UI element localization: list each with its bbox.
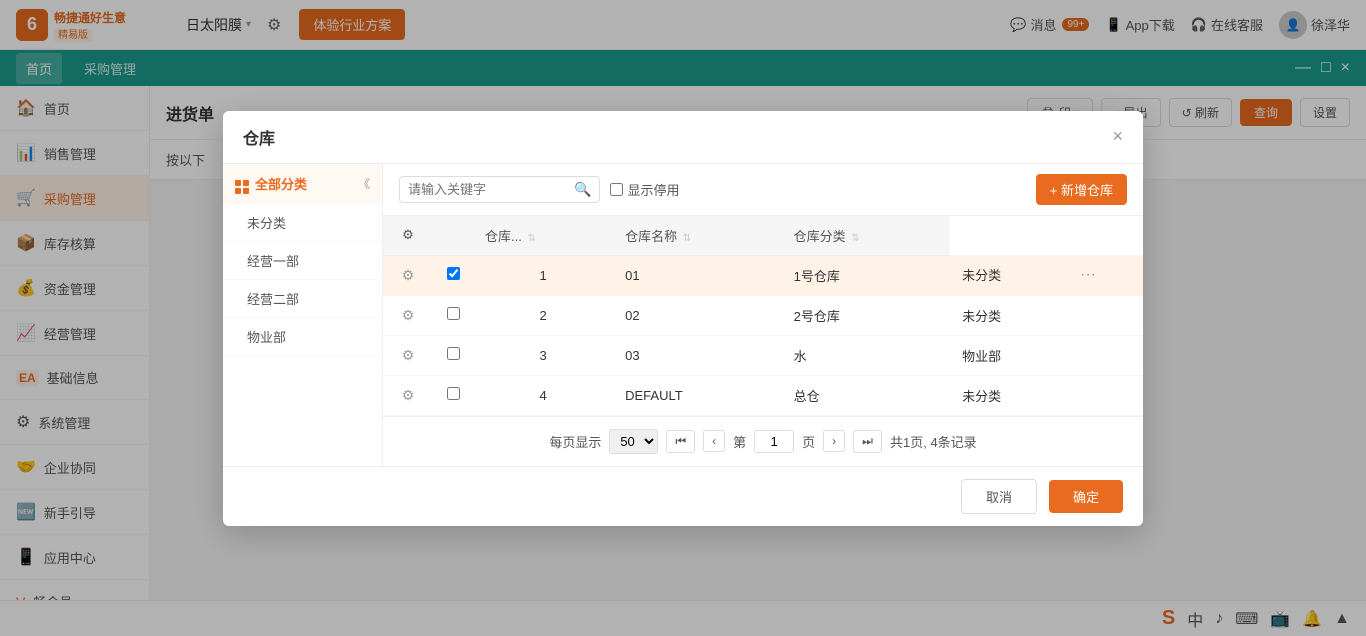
col-name-sort-icon: ⇅ [683, 233, 691, 244]
row-num-cell-1: 2 [473, 295, 613, 335]
col-category-sort-icon: ⇅ [851, 233, 859, 244]
table-row[interactable]: ⚙ 3 03 水 物业部 [383, 335, 1143, 375]
row-category-cell-2: 物业部 [950, 335, 1068, 375]
row-code-cell-3: DEFAULT [613, 375, 782, 415]
row-gear-cell-3[interactable]: ⚙ [383, 375, 433, 415]
confirm-btn[interactable]: 确定 [1049, 480, 1123, 513]
gear-icon: ⚙ [402, 267, 415, 283]
page-suffix-label: 页 [802, 432, 815, 451]
row-check-cell-1[interactable] [433, 295, 473, 335]
modal-header: 仓库 × [223, 111, 1143, 164]
per-page-label: 每页显示 [549, 432, 601, 451]
per-page-select[interactable]: 50 [609, 429, 658, 454]
col-name-label: 仓库名称 [625, 229, 677, 244]
category-panel: 全部分类 《 未分类 经营一部 经营二部 物业部 [223, 164, 383, 466]
row-checkbox-2[interactable] [447, 347, 460, 360]
cancel-btn[interactable]: 取消 [961, 479, 1037, 514]
col-code-label: 仓库... [485, 229, 522, 244]
row-category-cell-0: 未分类 [950, 255, 1068, 295]
row-gear-cell-1[interactable]: ⚙ [383, 295, 433, 335]
col-category-label: 仓库分类 [794, 229, 846, 244]
row-name-cell-1: 2号仓库 [782, 295, 951, 335]
row-checkbox-0[interactable] [447, 267, 460, 280]
row-name-cell-2: 水 [782, 335, 951, 375]
table-row[interactable]: ⚙ 4 DEFAULT 总仓 未分类 [383, 375, 1143, 415]
category-all-label: 全部分类 [235, 174, 307, 194]
category-item-ops1[interactable]: 经营一部 [223, 242, 382, 280]
col-check-header [433, 216, 473, 256]
search-icon: 🔍 [574, 181, 591, 198]
row-num-cell-2: 3 [473, 335, 613, 375]
warehouse-table-wrap: ⚙ 仓库... ⇅ 仓库名称 ⇅ [383, 216, 1143, 416]
col-gear-header[interactable]: ⚙ [383, 216, 433, 256]
row-dots-cell-empty [1068, 335, 1143, 375]
row-category-cell-3: 未分类 [950, 375, 1068, 415]
table-row[interactable]: ⚙ 2 02 2号仓库 未分类 [383, 295, 1143, 335]
total-records-label: 共1页, 4条记录 [890, 432, 977, 451]
row-checkbox-1[interactable] [447, 307, 460, 320]
col-category-header[interactable]: 仓库分类 ⇅ [782, 216, 951, 256]
row-checkbox-3[interactable] [447, 387, 460, 400]
row-num-cell-0: 1 [473, 255, 613, 295]
grid-icon [235, 174, 249, 194]
last-page-btn[interactable]: ⏭ [853, 430, 882, 453]
row-category-cell-1: 未分类 [950, 295, 1068, 335]
pagination: 每页显示 50 ⏮ ‹ 第 页 › ⏭ 共1页, 4条记录 [383, 416, 1143, 466]
search-input[interactable] [408, 182, 568, 197]
next-page-btn[interactable]: › [823, 430, 845, 452]
modal-overlay: 仓库 × 全部分类 《 未分类 [0, 0, 1366, 636]
row-check-cell-2[interactable] [433, 335, 473, 375]
row-name-cell-3: 总仓 [782, 375, 951, 415]
category-header[interactable]: 全部分类 《 [223, 164, 382, 204]
modal-title: 仓库 [243, 125, 275, 149]
warehouse-toolbar: 🔍 显示停用 + 新增仓库 [383, 164, 1143, 216]
search-box: 🔍 [399, 176, 600, 203]
category-item-ops2[interactable]: 经营二部 [223, 280, 382, 318]
table-header-row: ⚙ 仓库... ⇅ 仓库名称 ⇅ [383, 216, 1143, 256]
col-code-sort-icon: ⇅ [527, 233, 535, 244]
gear-icon: ⚙ [402, 387, 415, 403]
category-item-uncategorized[interactable]: 未分类 [223, 204, 382, 242]
page-number-input[interactable] [754, 430, 794, 453]
row-dots-icon[interactable]: ··· [1080, 266, 1096, 283]
modal-footer: 取消 确定 [223, 466, 1143, 526]
row-code-cell-2: 03 [613, 335, 782, 375]
modal-close-btn[interactable]: × [1112, 126, 1123, 147]
row-dots-cell-empty [1068, 295, 1143, 335]
row-check-cell-3[interactable] [433, 375, 473, 415]
table-row[interactable]: ⚙ 1 01 1号仓库 未分类 ··· [383, 255, 1143, 295]
modal-body: 全部分类 《 未分类 经营一部 经营二部 物业部 🔍 [223, 164, 1143, 466]
row-check-cell-0[interactable] [433, 255, 473, 295]
gear-icon: ⚙ [402, 347, 415, 363]
row-dots-cell[interactable]: ··· [1068, 255, 1143, 295]
row-gear-cell-2[interactable]: ⚙ [383, 335, 433, 375]
category-collapse-icon[interactable]: 《 [358, 175, 370, 192]
show-disabled-checkbox[interactable] [610, 183, 623, 196]
show-disabled-checkbox-label[interactable]: 显示停用 [610, 180, 679, 199]
col-name-header[interactable]: 仓库名称 ⇅ [613, 216, 782, 256]
row-code-cell-1: 02 [613, 295, 782, 335]
show-disabled-label: 显示停用 [627, 180, 679, 199]
gear-icon: ⚙ [402, 307, 415, 323]
row-num-cell-3: 4 [473, 375, 613, 415]
page-prefix-label: 第 [733, 432, 746, 451]
first-page-btn[interactable]: ⏮ [666, 430, 695, 453]
warehouse-content-panel: 🔍 显示停用 + 新增仓库 ⚙ [383, 164, 1143, 466]
row-code-cell-0: 01 [613, 255, 782, 295]
toolbar-left: 🔍 显示停用 [399, 176, 679, 203]
row-dots-cell-empty [1068, 375, 1143, 415]
add-warehouse-btn[interactable]: + 新增仓库 [1036, 174, 1127, 205]
row-name-cell-0: 1号仓库 [782, 255, 951, 295]
warehouse-modal: 仓库 × 全部分类 《 未分类 [223, 111, 1143, 526]
col-code-header[interactable]: 仓库... ⇅ [473, 216, 613, 256]
row-gear-cell-0[interactable]: ⚙ [383, 255, 433, 295]
category-item-property[interactable]: 物业部 [223, 318, 382, 356]
warehouse-table: ⚙ 仓库... ⇅ 仓库名称 ⇅ [383, 216, 1143, 416]
prev-page-btn[interactable]: ‹ [703, 430, 725, 452]
